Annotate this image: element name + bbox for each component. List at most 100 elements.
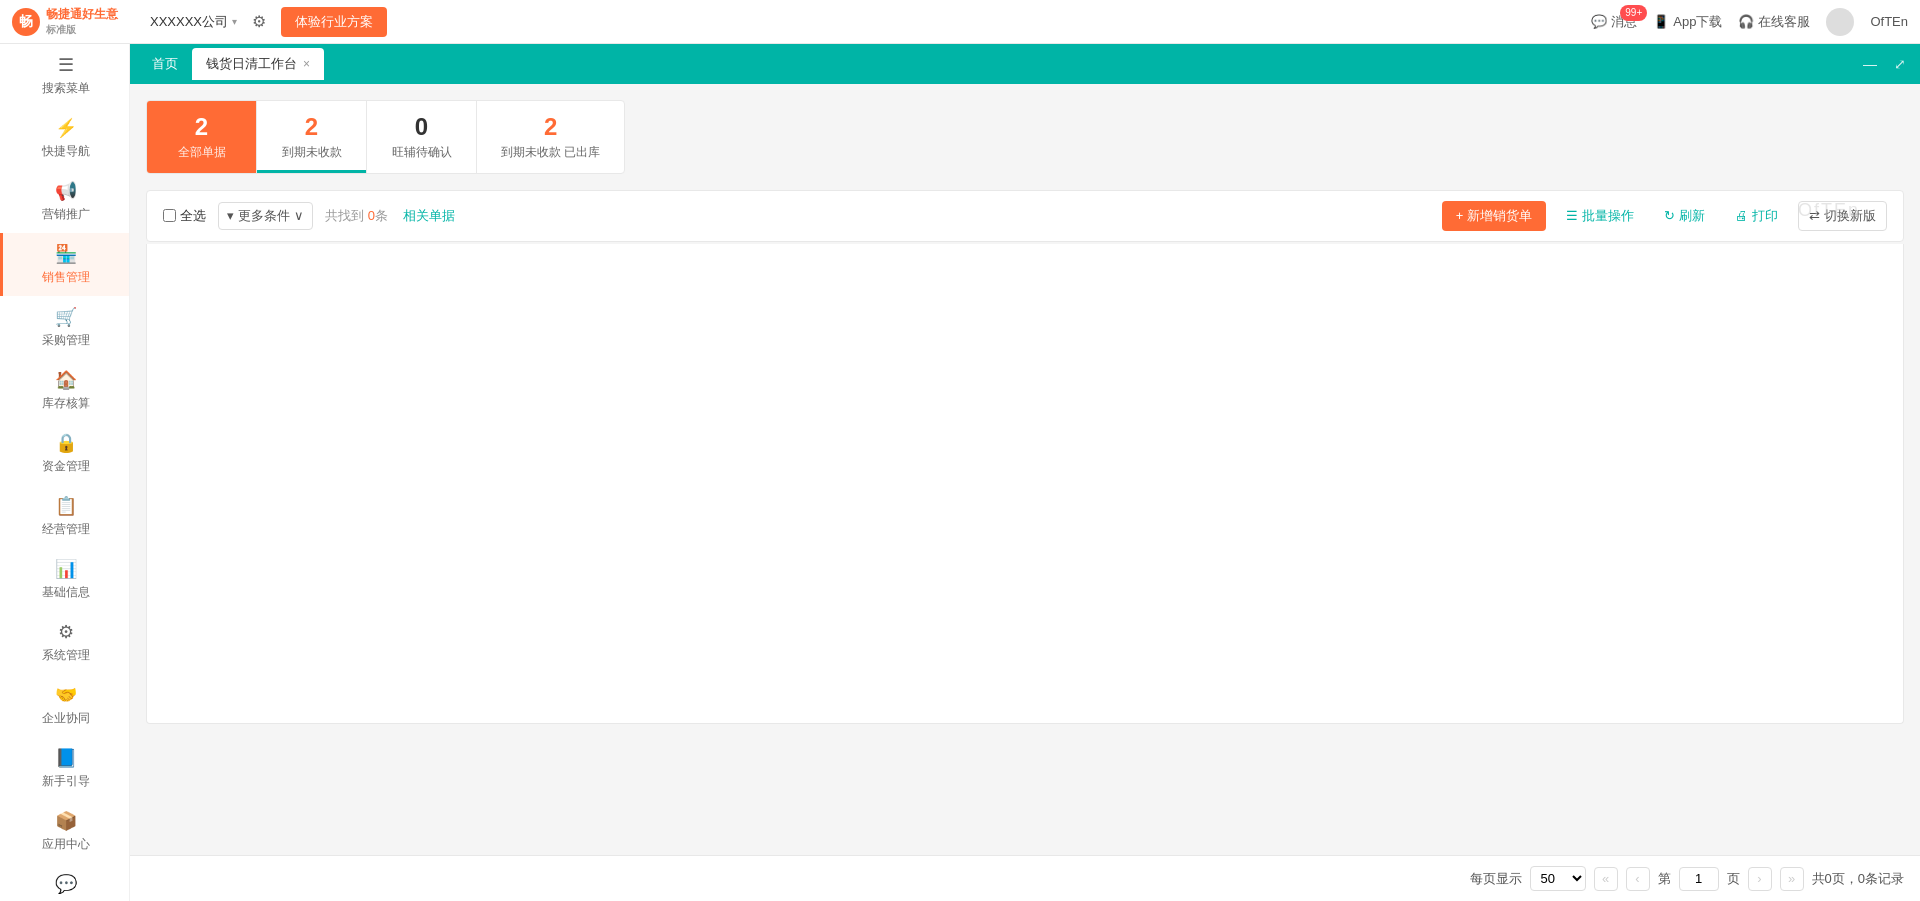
app-download-icon: 📱 — [1653, 14, 1669, 29]
username: OfTEn — [1870, 14, 1908, 29]
sidebar-label-system: 系统管理 — [42, 647, 90, 664]
total-info: 共0页，0条记录 — [1812, 870, 1904, 888]
settings-button[interactable]: ⚙ — [245, 8, 273, 36]
sidebar-item-system[interactable]: ⚙ 系统管理 — [0, 611, 129, 674]
sidebar-label-finance: 资金管理 — [42, 458, 90, 475]
sidebar-item-enterprise[interactable]: 🤝 企业协同 — [0, 674, 129, 737]
first-page-button[interactable]: « — [1594, 867, 1618, 891]
refresh-button[interactable]: ↻ 刷新 — [1654, 203, 1715, 229]
found-count: 0 — [368, 208, 375, 223]
page-size-select[interactable]: 50 10 20 100 — [1530, 866, 1586, 891]
tab-workbench-label: 钱货日清工作台 — [206, 55, 297, 73]
logo-subtitle: 标准版 — [46, 23, 118, 37]
filter-button[interactable]: ▾ 更多条件 ∨ — [218, 202, 313, 230]
tab-maximize-button[interactable]: ⤢ — [1888, 52, 1912, 76]
sidebar-item-inventory[interactable]: 🏠 库存核算 — [0, 359, 129, 422]
stat-label-all: 全部单据 — [171, 144, 232, 161]
online-service-button[interactable]: 🎧 在线客服 — [1738, 13, 1810, 31]
avatar[interactable] — [1826, 8, 1854, 36]
stat-number-all: 2 — [171, 113, 232, 142]
sidebar-item-sales[interactable]: 🏪 销售管理 — [0, 233, 129, 296]
marketing-icon: 📢 — [55, 180, 77, 202]
stat-label-unshipped: 到期未收款 已出库 — [501, 144, 600, 161]
switch-icon: ⇄ — [1809, 208, 1820, 223]
sidebar-label-base-info: 基础信息 — [42, 584, 90, 601]
switch-label: 切换新版 — [1824, 207, 1876, 225]
messages-badge: 99+ — [1620, 5, 1647, 21]
tab-minimize-button[interactable]: — — [1858, 52, 1882, 76]
stats-row: 2 全部单据 2 到期未收款 0 旺辅待确认 2 到期未收款 已出库 — [146, 100, 625, 174]
sidebar-item-finance[interactable]: 🔒 资金管理 — [0, 422, 129, 485]
sidebar-item-enterprise-wechat[interactable]: 💬 企业微信 — [0, 863, 129, 901]
tab-close-icon[interactable]: × — [303, 57, 310, 71]
filter-icon: ▾ — [227, 208, 234, 223]
sidebar-label-quick-nav: 快捷导航 — [42, 143, 90, 160]
tab-bar: 首页 钱货日清工作台 × — ⤢ — [130, 44, 1920, 84]
select-all-label: 全选 — [180, 207, 206, 225]
sidebar: ☰ 搜索菜单 ⚡ 快捷导航 📢 营销推广 🏪 销售管理 🛒 采购管理 🏠 库存核… — [0, 44, 130, 901]
logo-name: 畅捷通好生意 — [46, 6, 118, 23]
sidebar-item-quick-nav[interactable]: ⚡ 快捷导航 — [0, 107, 129, 170]
online-service-icon: 🎧 — [1738, 14, 1754, 29]
related-orders-button[interactable]: 相关单据 — [403, 207, 455, 225]
tab-home[interactable]: 首页 — [138, 48, 192, 80]
stat-card-all[interactable]: 2 全部单据 — [147, 101, 257, 173]
page-size-label: 每页显示 — [1470, 870, 1522, 888]
online-service-label: 在线客服 — [1758, 13, 1810, 31]
company-name: XXXXXX公司 — [150, 13, 228, 31]
stat-label-wangpu: 旺辅待确认 — [391, 144, 452, 161]
app-download-button[interactable]: 📱 App下载 — [1653, 13, 1722, 31]
toolbar: 全选 ▾ 更多条件 ∨ 共找到 0条 相关单据 + 新增销货单 ☰ 批量操作 ↻… — [146, 190, 1904, 242]
prev-page-button[interactable]: ‹ — [1626, 867, 1650, 891]
print-label: 打印 — [1752, 207, 1778, 225]
tab-workbench[interactable]: 钱货日清工作台 × — [192, 48, 324, 80]
switch-version-button[interactable]: ⇄ 切换新版 — [1798, 201, 1887, 231]
main-content: 2 全部单据 2 到期未收款 0 旺辅待确认 2 到期未收款 已出库 全选 ▾ … — [130, 84, 1920, 901]
sidebar-item-operations[interactable]: 📋 经营管理 — [0, 485, 129, 548]
stat-number-unshipped: 2 — [501, 113, 600, 142]
stat-card-unshipped[interactable]: 2 到期未收款 已出库 — [477, 101, 624, 173]
sidebar-item-marketing[interactable]: 📢 营销推广 — [0, 170, 129, 233]
refresh-label: 刷新 — [1679, 207, 1705, 225]
sidebar-label-operations: 经营管理 — [42, 521, 90, 538]
print-button[interactable]: 🖨 打印 — [1725, 203, 1788, 229]
search-menu-icon: ☰ — [58, 54, 74, 76]
stat-card-wangpu[interactable]: 0 旺辅待确认 — [367, 101, 477, 173]
sidebar-item-app-center[interactable]: 📦 应用中心 — [0, 800, 129, 863]
guide-icon: 📘 — [55, 747, 77, 769]
company-selector[interactable]: XXXXXX公司 ▾ — [142, 13, 245, 31]
sidebar-item-purchase[interactable]: 🛒 采购管理 — [0, 296, 129, 359]
base-info-icon: 📊 — [55, 558, 77, 580]
sidebar-label-enterprise: 企业协同 — [42, 710, 90, 727]
batch-label: 批量操作 — [1582, 207, 1634, 225]
batch-icon: ☰ — [1566, 208, 1578, 223]
page-label: 第 — [1658, 870, 1671, 888]
system-icon: ⚙ — [58, 621, 74, 643]
stat-card-overdue[interactable]: 2 到期未收款 — [257, 101, 367, 173]
experience-button[interactable]: 体验行业方案 — [281, 7, 387, 37]
logo-icon: 畅 — [12, 8, 40, 36]
page-suffix: 页 — [1727, 870, 1740, 888]
app-download-label: App下载 — [1673, 13, 1722, 31]
sidebar-label-purchase: 采购管理 — [42, 332, 90, 349]
sidebar-label-sales: 销售管理 — [42, 269, 90, 286]
pagination: 每页显示 50 10 20 100 « ‹ 第 页 › » 共0页，0条记录 — [130, 855, 1920, 901]
add-sales-order-button[interactable]: + 新增销货单 — [1442, 201, 1546, 231]
page-number-input[interactable] — [1679, 867, 1719, 891]
sidebar-item-base-info[interactable]: 📊 基础信息 — [0, 548, 129, 611]
sidebar-label-guide: 新手引导 — [42, 773, 90, 790]
select-all-checkbox[interactable]: 全选 — [163, 207, 206, 225]
message-icon: 💬 — [1591, 14, 1607, 29]
filter-arrow-icon: ∨ — [294, 208, 304, 223]
finance-icon: 🔒 — [55, 432, 77, 454]
select-all-input[interactable] — [163, 209, 176, 222]
next-page-button[interactable]: › — [1748, 867, 1772, 891]
stat-number-wangpu: 0 — [391, 113, 452, 142]
sidebar-item-guide[interactable]: 📘 新手引导 — [0, 737, 129, 800]
messages-button[interactable]: 💬 消息 99+ — [1591, 13, 1637, 31]
sidebar-item-search-menu[interactable]: ☰ 搜索菜单 — [0, 44, 129, 107]
header-right: 💬 消息 99+ 📱 App下载 🎧 在线客服 OfTEn — [1591, 8, 1908, 36]
batch-operations-button[interactable]: ☰ 批量操作 — [1556, 203, 1644, 229]
last-page-button[interactable]: » — [1780, 867, 1804, 891]
toolbar-right: + 新增销货单 ☰ 批量操作 ↻ 刷新 🖨 打印 ⇄ 切换新版 — [1442, 201, 1887, 231]
